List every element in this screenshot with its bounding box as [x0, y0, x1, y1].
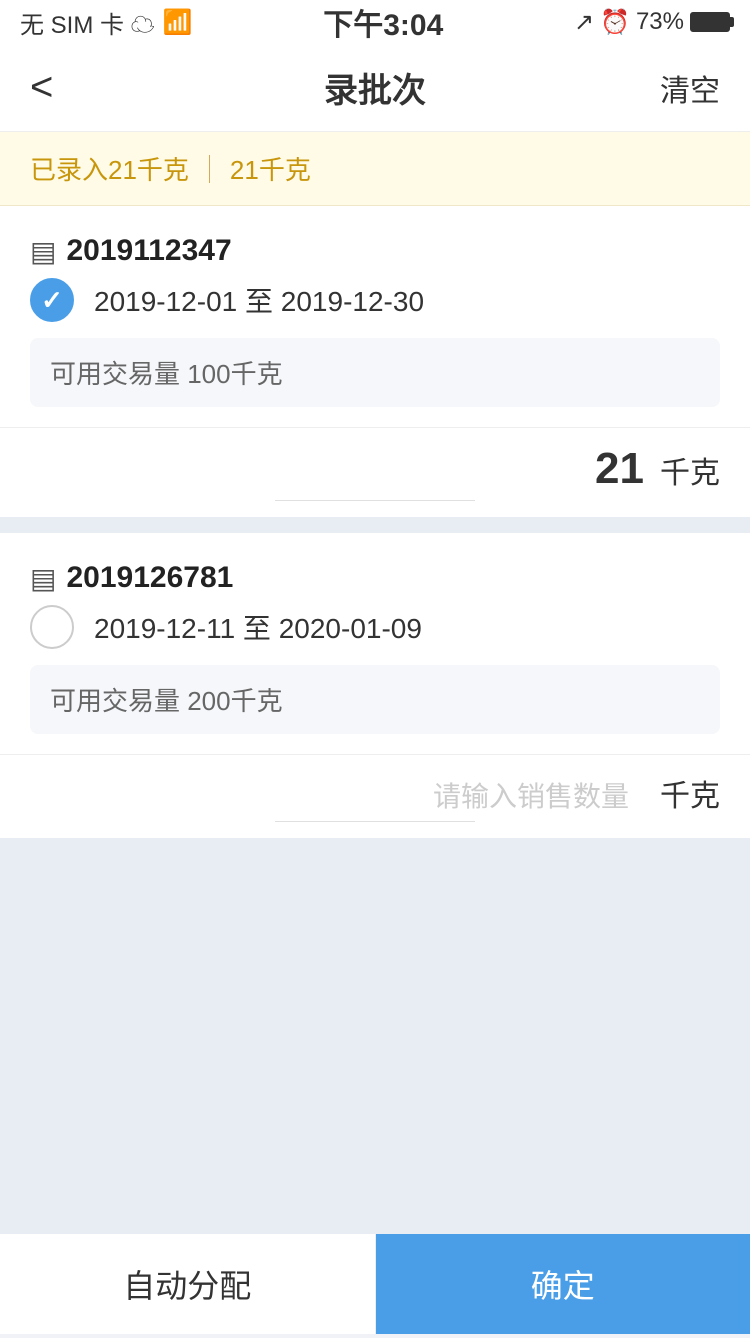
batch-1-amount-divider [275, 500, 475, 501]
battery-percent: 73% [636, 8, 684, 36]
battery-icon [690, 12, 730, 32]
confirm-button[interactable]: 确定 [376, 1234, 750, 1334]
section-separator [0, 517, 750, 533]
batch-2-radio[interactable] [30, 605, 74, 649]
auto-distribute-button[interactable]: 自动分配 [0, 1234, 376, 1334]
batch-2-input-row: 千克 [0, 754, 750, 838]
batch-2-date-row: 2019-12-11 至 2020-01-09 [0, 605, 750, 659]
status-bar: 无 SIM 卡 ☁ 📶 下午3:04 ↗ ⏰ 73% [0, 0, 750, 44]
info-divider [209, 155, 210, 183]
batch-1-id-icon: ▤ [30, 235, 56, 268]
batch-2-input-unit: 千克 [660, 771, 720, 815]
batch-2-header: ▤ 2019126781 [0, 533, 750, 605]
batch-1-id: 2019112347 [66, 234, 231, 268]
batch-1-amount-unit: 千克 [660, 448, 720, 492]
batch-1-date: 2019-12-01 至 2019-12-30 [94, 280, 424, 320]
batch-1-header: ▤ 2019112347 [0, 206, 750, 278]
back-button[interactable]: < [30, 65, 90, 110]
batch-2-date: 2019-12-11 至 2020-01-09 [94, 607, 422, 647]
batch-1-amount-row: 21 千克 [0, 427, 750, 517]
sim-label: 无 SIM 卡 ☁ [20, 5, 155, 40]
batch-1-amount-value: 21 [595, 444, 644, 494]
batch-1-radio[interactable] [30, 278, 74, 322]
batch-card-2: ▤ 2019126781 2019-12-11 至 2020-01-09 可用交… [0, 533, 750, 838]
batch-1-date-row: 2019-12-01 至 2019-12-30 [0, 278, 750, 332]
bottom-bar: 自动分配 确定 [0, 1234, 750, 1334]
info-banner: 已录入21千克 21千克 [0, 132, 750, 206]
quantity-input[interactable] [344, 773, 644, 815]
batch-2-id: 2019126781 [66, 561, 233, 595]
input-underline [275, 821, 475, 822]
status-left: 无 SIM 卡 ☁ 📶 [20, 5, 193, 40]
recorded-amount: 已录入21千克 [30, 150, 189, 187]
total-amount: 21千克 [230, 150, 311, 187]
clear-button[interactable]: 清空 [660, 66, 720, 110]
batch-2-available: 可用交易量 200千克 [30, 665, 720, 734]
alarm-icon: ⏰ [600, 8, 630, 37]
main-content: ▤ 2019112347 2019-12-01 至 2019-12-30 可用交… [0, 206, 750, 1338]
wifi-icon: 📶 [163, 8, 193, 37]
status-right: ↗ ⏰ 73% [574, 8, 730, 37]
batch-card-1: ▤ 2019112347 2019-12-01 至 2019-12-30 可用交… [0, 206, 750, 517]
batch-1-available: 可用交易量 100千克 [30, 338, 720, 407]
page-title: 录批次 [324, 63, 426, 112]
location-icon: ↗ [574, 8, 594, 37]
nav-bar: < 录批次 清空 [0, 44, 750, 132]
batch-2-id-icon: ▤ [30, 562, 56, 595]
gray-area [0, 838, 750, 1238]
status-time: 下午3:04 [323, 0, 443, 44]
